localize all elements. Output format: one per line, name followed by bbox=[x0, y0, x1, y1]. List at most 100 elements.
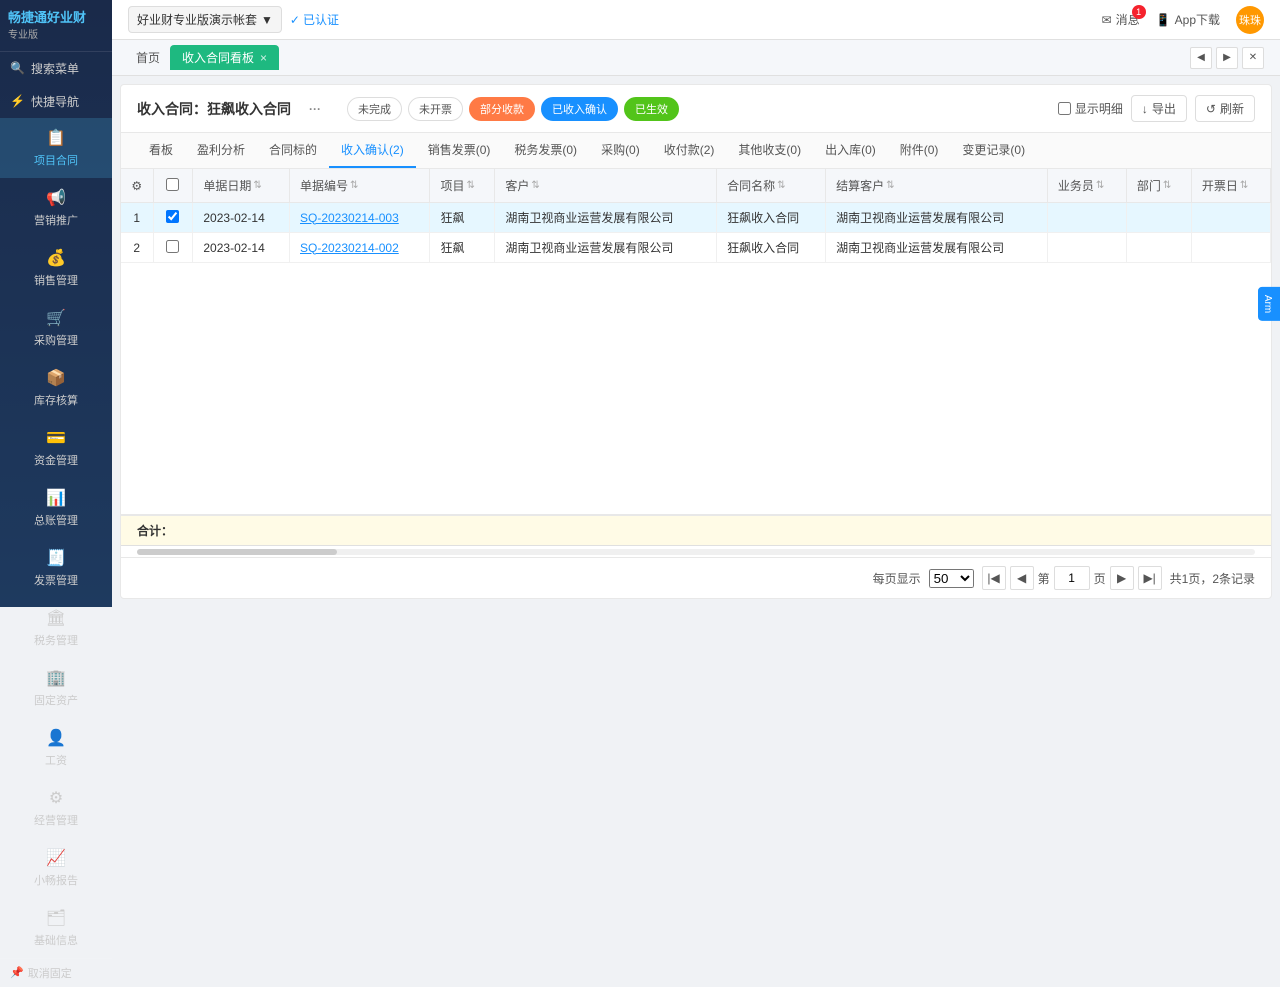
tab-confirm[interactable]: 收入确认(2) bbox=[329, 133, 416, 168]
app-download-button[interactable]: 📱 App下载 bbox=[1156, 11, 1220, 28]
sidebar-item-label: 经营管理 bbox=[34, 812, 78, 828]
col-end-customer[interactable]: 结算客户⇅ bbox=[826, 169, 1048, 203]
page-last-button[interactable]: ▶| bbox=[1138, 566, 1162, 590]
col-open-date[interactable]: 开票日⇅ bbox=[1191, 169, 1270, 203]
tab-purchase[interactable]: 采购(0) bbox=[589, 133, 652, 168]
status-incomplete[interactable]: 未完成 bbox=[347, 97, 402, 121]
per-page-select[interactable]: 50 20 100 bbox=[929, 569, 974, 588]
refresh-button[interactable]: ↺ 刷新 bbox=[1195, 95, 1255, 122]
export-button[interactable]: ↓ 导出 bbox=[1131, 95, 1187, 122]
row-checkbox[interactable] bbox=[166, 210, 179, 223]
sidebar-item-sales[interactable]: 💰 销售管理 bbox=[0, 238, 112, 298]
company-selector[interactable]: 好业财专业版演示帐套 ▼ bbox=[128, 6, 282, 33]
row-checkbox-cell[interactable] bbox=[153, 233, 193, 263]
row-checkbox[interactable] bbox=[166, 240, 179, 253]
col-number[interactable]: 单据编号⇅ bbox=[290, 169, 430, 203]
export-label: 导出 bbox=[1152, 100, 1176, 117]
tab-standard[interactable]: 合同标的 bbox=[257, 133, 329, 168]
page-prev-button[interactable]: ◀ bbox=[1010, 566, 1034, 590]
status-effective[interactable]: 已生效 bbox=[624, 97, 679, 121]
search-label: 搜索菜单 bbox=[31, 60, 79, 77]
tab-active[interactable]: 收入合同看板 × bbox=[170, 45, 279, 70]
nav-close-button[interactable]: ✕ bbox=[1242, 47, 1264, 69]
row-project: 狂飙 bbox=[430, 233, 495, 263]
message-button[interactable]: ✉ 消息 1 bbox=[1102, 11, 1140, 28]
row-checkbox-cell[interactable] bbox=[153, 203, 193, 233]
col-checkbox[interactable] bbox=[153, 169, 193, 203]
sidebar-item-label: 税务管理 bbox=[34, 632, 78, 648]
tab-close-button[interactable]: × bbox=[260, 51, 267, 65]
col-contract[interactable]: 合同名称⇅ bbox=[717, 169, 826, 203]
tab-kanban[interactable]: 看板 bbox=[137, 133, 185, 168]
sort-icon: ⇅ bbox=[350, 180, 358, 191]
tab-profit[interactable]: 盈利分析 bbox=[185, 133, 257, 168]
row-number[interactable]: SQ-20230214-002 bbox=[290, 233, 430, 263]
sidebar-item-invoice[interactable]: 🧾 发票管理 bbox=[0, 538, 112, 598]
sidebar-item-report[interactable]: 📈 小畅报告 bbox=[0, 838, 112, 898]
sidebar-item-fixed[interactable]: 🏢 固定资产 bbox=[0, 658, 112, 718]
table-row[interactable]: 1 2023-02-14 SQ-20230214-003 狂飙 湖南卫视商业运营… bbox=[121, 203, 1271, 233]
pagination: 每页显示 50 20 100 |◀ ◀ 第 页 ▶ ▶| 共1页，2条记录 bbox=[121, 557, 1271, 598]
sidebar-item-marketing[interactable]: 📢 营销推广 bbox=[0, 178, 112, 238]
sidebar-item-funds[interactable]: 💳 资金管理 bbox=[0, 418, 112, 478]
sidebar-item-purchase[interactable]: 🛒 采购管理 bbox=[0, 298, 112, 358]
page-next-button[interactable]: ▶ bbox=[1110, 566, 1134, 590]
sidebar-quick-nav[interactable]: ⚡ 快捷导航 bbox=[0, 85, 112, 118]
user-avatar[interactable]: 珠珠 bbox=[1236, 6, 1264, 34]
tab-other[interactable]: 其他收支(0) bbox=[726, 133, 813, 168]
col-department[interactable]: 部门⇅ bbox=[1126, 169, 1191, 203]
table-row[interactable]: 2 2023-02-14 SQ-20230214-002 狂飙 湖南卫视商业运营… bbox=[121, 233, 1271, 263]
page-navigation: |◀ ◀ 第 页 ▶ ▶| bbox=[982, 566, 1162, 590]
sidebar-item-inventory[interactable]: 📦 库存核算 bbox=[0, 358, 112, 418]
quick-nav-label: 快捷导航 bbox=[31, 93, 79, 110]
col-project[interactable]: 项目⇅ bbox=[430, 169, 495, 203]
sidebar-item-label: 工资 bbox=[45, 752, 67, 768]
row-end-customer: 湖南卫视商业运营发展有限公司 bbox=[826, 233, 1048, 263]
sidebar-item-general[interactable]: 📊 总账管理 bbox=[0, 478, 112, 538]
nav-forward-button[interactable]: ▶ bbox=[1216, 47, 1238, 69]
row-number[interactable]: SQ-20230214-003 bbox=[290, 203, 430, 233]
status-partial-payment[interactable]: 部分收款 bbox=[469, 97, 535, 121]
data-table-container: ⚙ 单据日期⇅ 单据编号⇅ 项目⇅ 客户⇅ bbox=[121, 169, 1271, 514]
col-customer[interactable]: 客户⇅ bbox=[495, 169, 717, 203]
sidebar-search[interactable]: 🔍 搜索菜单 bbox=[0, 52, 112, 85]
tab-home[interactable]: 首页 bbox=[128, 49, 168, 66]
col-department-label: 部门 bbox=[1137, 177, 1161, 194]
page-number-input[interactable] bbox=[1054, 566, 1090, 590]
side-action-button[interactable]: Arm bbox=[1258, 286, 1280, 320]
chevron-down-icon: ▼ bbox=[261, 13, 273, 27]
col-settings[interactable]: ⚙ bbox=[121, 169, 153, 203]
row-department bbox=[1126, 203, 1191, 233]
show-detail-input[interactable] bbox=[1058, 102, 1071, 115]
status-confirmed[interactable]: 已收入确认 bbox=[541, 97, 618, 121]
tab-attachment[interactable]: 附件(0) bbox=[888, 133, 951, 168]
total-info: 共1页，2条记录 bbox=[1170, 570, 1255, 587]
status-not-invoiced[interactable]: 未开票 bbox=[408, 97, 463, 121]
topbar: 好业财专业版演示帐套 ▼ ✓ 已认证 ✉ 消息 1 📱 App下载 珠珠 bbox=[112, 0, 1280, 40]
show-detail-checkbox[interactable]: 显示明细 bbox=[1058, 100, 1123, 117]
sort-icon: ⇅ bbox=[253, 180, 261, 191]
page-first-button[interactable]: |◀ bbox=[982, 566, 1006, 590]
tab-tax-invoice[interactable]: 税务发票(0) bbox=[502, 133, 589, 168]
tab-sales-invoice[interactable]: 销售发票(0) bbox=[416, 133, 503, 168]
sidebar-item-basic[interactable]: 🗂 基础信息 bbox=[0, 898, 112, 958]
scrollbar-thumb[interactable] bbox=[137, 549, 337, 555]
sidebar-item-ops[interactable]: ⚙ 经营管理 bbox=[0, 778, 112, 838]
total-label: 合计： bbox=[137, 522, 173, 539]
sidebar-item-hr[interactable]: 👤 工资 bbox=[0, 718, 112, 778]
nav-back-button[interactable]: ◀ bbox=[1190, 47, 1212, 69]
sidebar-item-project[interactable]: 📋 项目合同 bbox=[0, 118, 112, 178]
col-date[interactable]: 单据日期⇅ bbox=[193, 169, 290, 203]
tab-payment[interactable]: 收付款(2) bbox=[652, 133, 727, 168]
horizontal-scrollbar[interactable] bbox=[121, 545, 1271, 557]
row-salesperson bbox=[1047, 233, 1126, 263]
sidebar-bottom-action[interactable]: 📌 取消固定 bbox=[0, 958, 112, 987]
more-button[interactable]: ··· bbox=[299, 98, 331, 120]
select-all-checkbox[interactable] bbox=[166, 178, 179, 191]
tab-warehouse[interactable]: 出入库(0) bbox=[813, 133, 888, 168]
tab-changes[interactable]: 变更记录(0) bbox=[950, 133, 1037, 168]
row-end-customer: 湖南卫视商业运营发展有限公司 bbox=[826, 203, 1048, 233]
tab-navigation: 看板 盈利分析 合同标的 收入确认(2) 销售发票(0) 税务发票(0) 采购(… bbox=[121, 133, 1271, 169]
col-salesperson[interactable]: 业务员⇅ bbox=[1047, 169, 1126, 203]
invoice-icon: 🧾 bbox=[46, 548, 66, 568]
